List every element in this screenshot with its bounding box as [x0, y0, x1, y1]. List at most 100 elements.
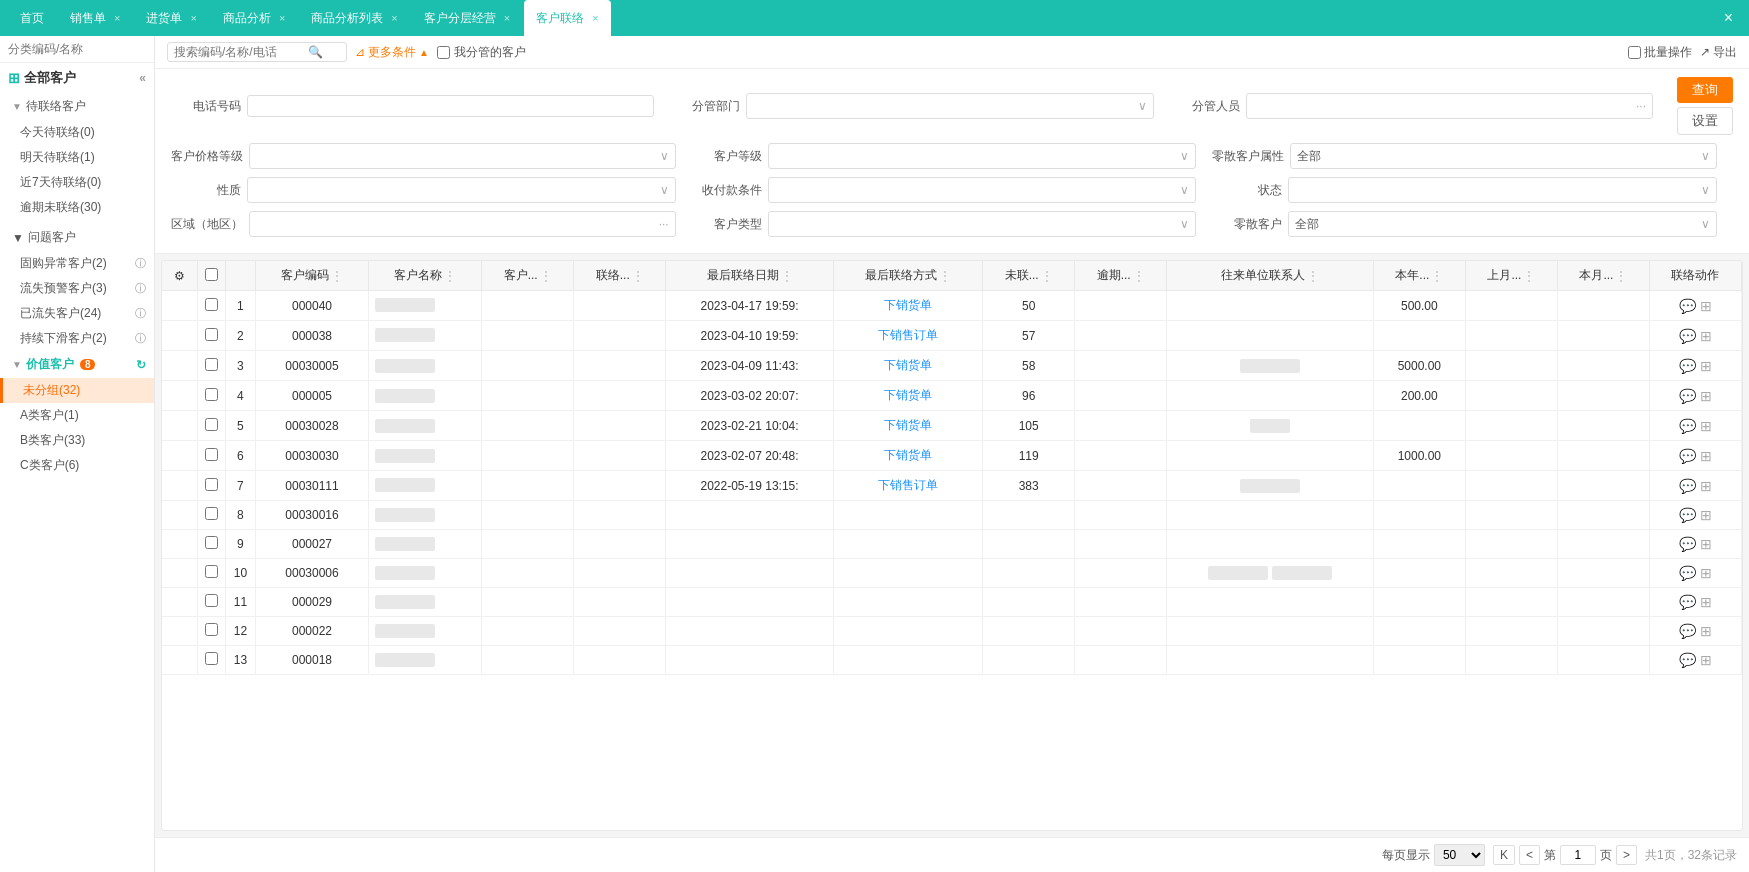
- contact-method-link[interactable]: 下销货单: [884, 418, 932, 432]
- chat-icon[interactable]: 💬: [1679, 565, 1696, 581]
- nav-product-analysis-list[interactable]: 商品分析列表 ×: [299, 0, 409, 36]
- sidebar-item-churn-warning[interactable]: 流失预警客户(3) ⓘ: [0, 276, 154, 301]
- grid-action-icon[interactable]: ⊞: [1700, 507, 1712, 523]
- problem-group-header[interactable]: ▼ 问题客户: [0, 224, 154, 251]
- grid-action-icon[interactable]: ⊞: [1700, 418, 1712, 434]
- manager-dots[interactable]: ···: [1636, 99, 1646, 113]
- sidebar-item-7days[interactable]: 近7天待联络(0): [0, 170, 154, 195]
- row-checkbox[interactable]: [205, 388, 218, 401]
- next-page-button[interactable]: >: [1616, 845, 1637, 865]
- row-checkbox[interactable]: [205, 594, 218, 607]
- close-ct-tab[interactable]: ×: [504, 12, 510, 24]
- current-page-input[interactable]: [1560, 845, 1596, 865]
- type-col-header[interactable]: 客户...⋮: [482, 261, 574, 291]
- sidebar-item-ungraded[interactable]: 未分组(32): [0, 378, 154, 403]
- close-all-button[interactable]: ×: [1716, 9, 1741, 27]
- contact-col-header[interactable]: 联络...⋮: [574, 261, 666, 291]
- grid-action-icon[interactable]: ⊞: [1700, 448, 1712, 464]
- batch-ops-label[interactable]: 批量操作: [1628, 44, 1692, 61]
- filter-search-icon[interactable]: 🔍: [308, 45, 323, 59]
- nav-product-analysis[interactable]: 商品分析 ×: [211, 0, 297, 36]
- no-contact-col-header[interactable]: 未联...⋮: [983, 261, 1075, 291]
- chat-icon[interactable]: 💬: [1679, 536, 1696, 552]
- nav-purchase[interactable]: 进货单 ×: [134, 0, 208, 36]
- close-pa-tab[interactable]: ×: [279, 12, 285, 24]
- row-checkbox[interactable]: [205, 507, 218, 520]
- refresh-icon[interactable]: ↻: [136, 358, 146, 372]
- close-pal-tab[interactable]: ×: [391, 12, 397, 24]
- nature-select[interactable]: ∨: [247, 177, 676, 203]
- overdue-col-header[interactable]: 逾期...⋮: [1075, 261, 1167, 291]
- sidebar-item-declining[interactable]: 持续下滑客户(2) ⓘ: [0, 326, 154, 351]
- dept-select[interactable]: ∨: [746, 93, 1153, 119]
- chat-icon[interactable]: 💬: [1679, 388, 1696, 404]
- status-select[interactable]: ∨: [1288, 177, 1717, 203]
- value-group-header[interactable]: ▼ 价值客户 8 ↻: [0, 351, 154, 378]
- export-button[interactable]: ↗ 导出: [1700, 44, 1737, 61]
- row-checkbox[interactable]: [205, 652, 218, 665]
- scatter-attr-select[interactable]: 全部 ∨: [1290, 143, 1717, 169]
- customer-level-select[interactable]: ∨: [768, 143, 1197, 169]
- last-month-col-header[interactable]: 上月...⋮: [1465, 261, 1557, 291]
- payment-select[interactable]: ∨: [768, 177, 1197, 203]
- row-checkbox[interactable]: [205, 358, 218, 371]
- row-checkbox[interactable]: [205, 328, 218, 341]
- grid-action-icon[interactable]: ⊞: [1700, 298, 1712, 314]
- contact-method-link[interactable]: 下销货单: [884, 448, 932, 462]
- reset-button[interactable]: 设置: [1677, 107, 1733, 135]
- manager-select[interactable]: ···: [1246, 93, 1653, 119]
- nav-customer-tier[interactable]: 客户分层经营 ×: [412, 0, 522, 36]
- row-checkbox[interactable]: [205, 418, 218, 431]
- sidebar-item-class-a[interactable]: A类客户(1): [0, 403, 154, 428]
- price-level-select[interactable]: ∨: [249, 143, 676, 169]
- all-customers-header[interactable]: ⊞ 全部客户 «: [0, 63, 154, 93]
- name-col-header[interactable]: 客户名称⋮: [369, 261, 482, 291]
- grid-action-icon[interactable]: ⊞: [1700, 328, 1712, 344]
- this-year-col-header[interactable]: 本年...⋮: [1373, 261, 1465, 291]
- pending-group-header[interactable]: ▼ 待联络客户: [0, 93, 154, 120]
- prev-page-button[interactable]: <: [1519, 845, 1540, 865]
- contact-person-col-header[interactable]: 往来单位联系人⋮: [1167, 261, 1374, 291]
- my-customers-checkbox[interactable]: 我分管的客户: [437, 44, 526, 61]
- customer-type-select[interactable]: ∨: [768, 211, 1197, 237]
- filter-search-input[interactable]: [174, 45, 304, 59]
- chat-icon[interactable]: 💬: [1679, 652, 1696, 668]
- chat-icon[interactable]: 💬: [1679, 448, 1696, 464]
- sidebar-item-class-b[interactable]: B类客户(33): [0, 428, 154, 453]
- chat-icon[interactable]: 💬: [1679, 328, 1696, 344]
- chat-icon[interactable]: 💬: [1679, 507, 1696, 523]
- query-button[interactable]: 查询: [1677, 77, 1733, 103]
- sidebar-search-input[interactable]: [8, 42, 155, 56]
- grid-action-icon[interactable]: ⊞: [1700, 652, 1712, 668]
- chat-icon[interactable]: 💬: [1679, 478, 1696, 494]
- close-cc-tab[interactable]: ×: [592, 12, 598, 24]
- collapse-icon[interactable]: «: [139, 71, 146, 85]
- sidebar-item-abnormal[interactable]: 固购异常客户(2) ⓘ: [0, 251, 154, 276]
- chat-icon[interactable]: 💬: [1679, 358, 1696, 374]
- contact-method-link[interactable]: 下销货单: [884, 358, 932, 372]
- last-contact-date-col-header[interactable]: 最后联络日期⋮: [666, 261, 834, 291]
- chat-icon[interactable]: 💬: [1679, 594, 1696, 610]
- sidebar-item-today[interactable]: 今天待联络(0): [0, 120, 154, 145]
- sidebar-item-overdue[interactable]: 逾期未联络(30): [0, 195, 154, 220]
- nav-sales[interactable]: 销售单 ×: [58, 0, 132, 36]
- code-col-header[interactable]: 客户编码⋮: [255, 261, 368, 291]
- grid-action-icon[interactable]: ⊞: [1700, 358, 1712, 374]
- more-conditions-btn[interactable]: ⊿ 更多条件 ▲: [355, 44, 429, 61]
- grid-action-icon[interactable]: ⊞: [1700, 594, 1712, 610]
- region-dots[interactable]: ···: [659, 217, 669, 231]
- row-checkbox[interactable]: [205, 536, 218, 549]
- row-checkbox[interactable]: [205, 565, 218, 578]
- contact-method-link[interactable]: 下销售订单: [878, 478, 938, 492]
- chat-icon[interactable]: 💬: [1679, 298, 1696, 314]
- sidebar-item-churned[interactable]: 已流失客户(24) ⓘ: [0, 301, 154, 326]
- region-select[interactable]: ···: [249, 211, 676, 237]
- grid-action-icon[interactable]: ⊞: [1700, 478, 1712, 494]
- close-sales-tab[interactable]: ×: [114, 12, 120, 24]
- row-checkbox[interactable]: [205, 448, 218, 461]
- nav-customer-contact[interactable]: 客户联络 ×: [524, 0, 610, 36]
- scatter-customer-select[interactable]: 全部 ∨: [1288, 211, 1717, 237]
- row-checkbox[interactable]: [205, 623, 218, 636]
- chat-icon[interactable]: 💬: [1679, 418, 1696, 434]
- select-all-checkbox[interactable]: [205, 268, 218, 281]
